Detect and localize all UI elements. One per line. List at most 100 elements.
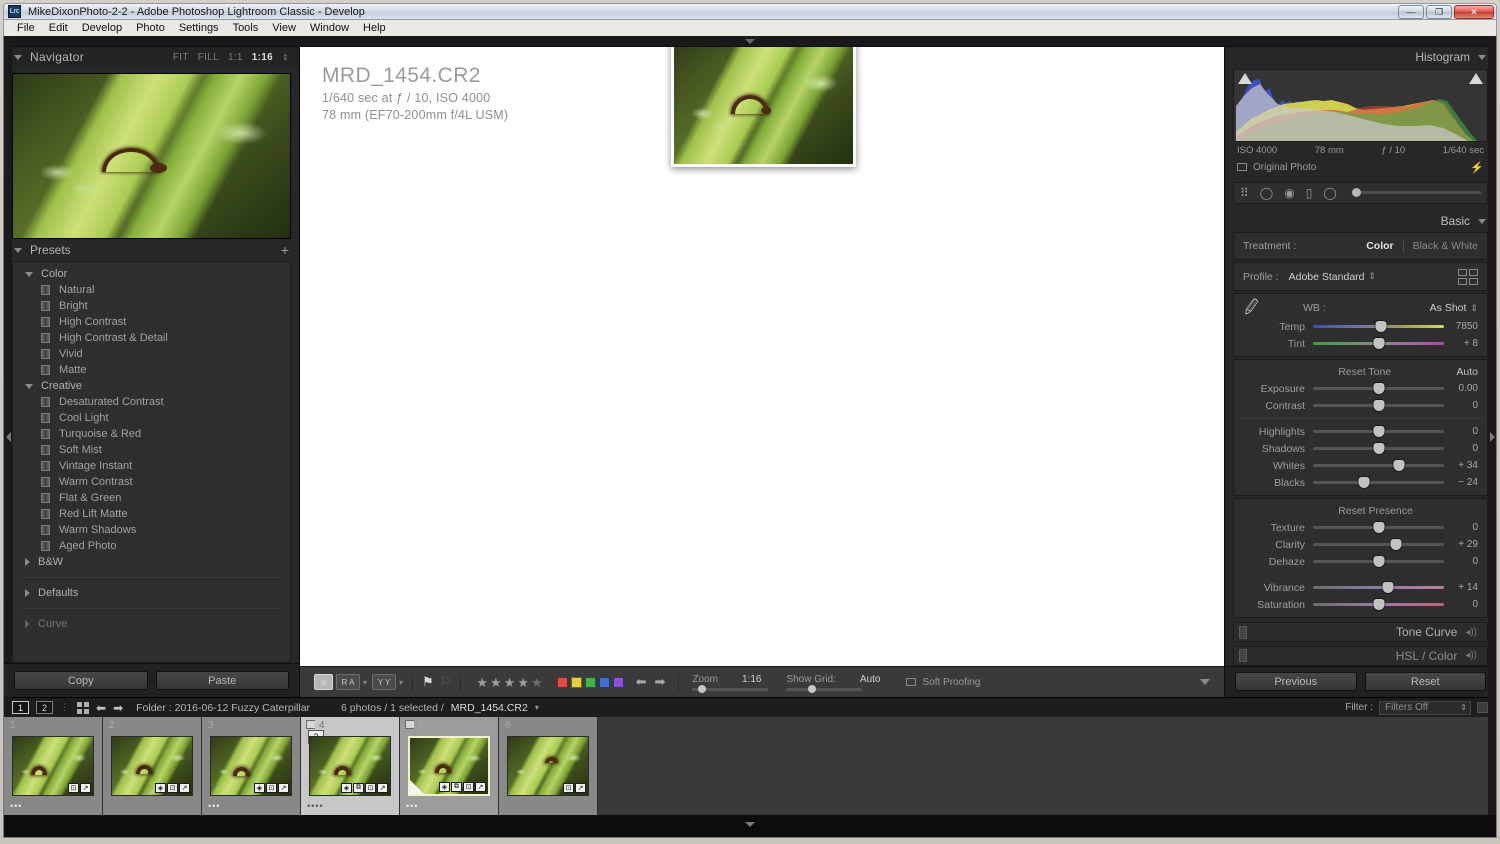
navigator-header[interactable]: Navigator FIT FILL 1:1 1:16 ⇕ bbox=[4, 47, 299, 67]
slider-track[interactable] bbox=[1313, 338, 1444, 350]
loupe-canvas[interactable]: MRD_1454.CR2 1/640 sec at ƒ / 10, ISO 40… bbox=[300, 47, 1224, 666]
preset-item-aged-photo[interactable]: Aged Photo bbox=[13, 538, 290, 554]
go-forward-icon[interactable]: ➡ bbox=[113, 701, 123, 715]
preset-item-vintage-instant[interactable]: Vintage Instant bbox=[13, 458, 290, 474]
slider-track[interactable] bbox=[1313, 582, 1444, 594]
star-5[interactable]: ★ bbox=[531, 676, 543, 689]
zoom-fill[interactable]: FILL bbox=[198, 52, 219, 63]
slider-track[interactable] bbox=[1313, 539, 1444, 551]
module-picker-collapsed[interactable] bbox=[4, 36, 1496, 47]
close-button[interactable]: ✕ bbox=[1454, 5, 1494, 19]
panel-switch-icon[interactable] bbox=[1239, 649, 1247, 663]
preset-item-matte[interactable]: Matte bbox=[13, 362, 290, 378]
flag-pick-icon[interactable]: ⚑ bbox=[422, 674, 434, 690]
copy-button[interactable]: Copy bbox=[14, 671, 148, 690]
preset-item-warm-contrast[interactable]: Warm Contrast bbox=[13, 474, 290, 490]
preset-item-warm-shadows[interactable]: Warm Shadows bbox=[13, 522, 290, 538]
triangle-down-icon[interactable] bbox=[14, 247, 22, 253]
previous-photo-icon[interactable]: ⬅ bbox=[636, 674, 647, 690]
filter-dropdown[interactable]: Filters Off ⇕ bbox=[1379, 700, 1471, 715]
chevron-down-icon[interactable] bbox=[745, 822, 755, 827]
develop-badge-icon[interactable]: ↗ bbox=[80, 783, 91, 793]
filmstrip-item-1[interactable]: 1 ⊡ ↗ ••• bbox=[4, 717, 103, 815]
rating-stars[interactable]: ★ ★ ★ ★ ★ bbox=[476, 676, 542, 689]
paste-button[interactable]: Paste bbox=[155, 671, 289, 690]
star-3[interactable]: ★ bbox=[504, 676, 516, 689]
chevron-down-icon[interactable]: ▾ bbox=[399, 678, 403, 687]
crop-badge-icon[interactable]: ⊡ bbox=[68, 783, 79, 793]
panel-toggle-icon[interactable]: ◂)) bbox=[1465, 627, 1477, 638]
slider-value[interactable]: 0 bbox=[1444, 443, 1478, 454]
filmstrip-item-6[interactable]: 6 ⊡ ↗ bbox=[499, 717, 598, 815]
panel-toggle-icon[interactable]: ◂)) bbox=[1465, 650, 1477, 661]
treatment-bw-option[interactable]: Black & White bbox=[1413, 240, 1478, 252]
selected-filename[interactable]: MRD_1454.CR2 bbox=[451, 702, 528, 714]
slider-track[interactable] bbox=[1313, 460, 1444, 472]
keyword-badge-icon[interactable]: ◈ bbox=[439, 782, 450, 792]
menu-help[interactable]: Help bbox=[356, 22, 393, 34]
preset-group-bw[interactable]: B&W bbox=[13, 554, 290, 570]
stack-badge-icon[interactable]: ⧉ bbox=[451, 782, 462, 792]
slider-value[interactable]: + 29 bbox=[1444, 539, 1478, 550]
zoom-control[interactable]: Zoom 1:16 bbox=[692, 674, 769, 693]
brush-size-thumb[interactable] bbox=[1351, 187, 1361, 197]
zoom-slider[interactable] bbox=[692, 684, 769, 693]
reset-presence-button[interactable]: Reset Presence bbox=[1273, 505, 1478, 517]
folder-label[interactable]: Folder : 2016-06-12 Fuzzy Caterpillar bbox=[136, 702, 310, 714]
preset-item-vivid[interactable]: Vivid bbox=[13, 346, 290, 362]
graduated-filter-icon[interactable]: ▯ bbox=[1306, 186, 1313, 200]
wb-value[interactable]: As Shot bbox=[1430, 302, 1467, 314]
crop-badge-icon[interactable]: ⊡ bbox=[563, 783, 574, 793]
zoom-current[interactable]: 1:16 bbox=[252, 52, 273, 63]
flag-reject-icon[interactable]: ⚐ bbox=[440, 674, 452, 690]
next-photo-icon[interactable]: ➡ bbox=[655, 674, 666, 690]
menu-edit[interactable]: Edit bbox=[42, 22, 75, 34]
preset-group-defaults[interactable]: Defaults bbox=[13, 585, 290, 601]
menu-view[interactable]: View bbox=[265, 22, 303, 34]
stepper-icon[interactable]: ⇕ bbox=[1460, 703, 1467, 712]
slider-track[interactable] bbox=[1313, 522, 1444, 534]
loupe-view-icon[interactable]: ▣ bbox=[314, 674, 333, 690]
add-preset-icon[interactable]: + bbox=[281, 243, 289, 257]
preset-item-soft-mist[interactable]: Soft Mist bbox=[13, 442, 290, 458]
previous-button[interactable]: Previous bbox=[1235, 672, 1357, 692]
slider-value[interactable]: 0 bbox=[1444, 522, 1478, 533]
slider-value[interactable]: 0 bbox=[1444, 426, 1478, 437]
keyword-badge-icon[interactable]: ◈ bbox=[155, 783, 166, 793]
reset-button[interactable]: Reset bbox=[1364, 672, 1486, 692]
spot-removal-icon[interactable]: ◯ bbox=[1260, 186, 1273, 200]
filmstrip-item-4[interactable]: 4 2 ◈ ⧉ ⊡ ↗ •••• bbox=[301, 717, 400, 815]
crop-badge-icon[interactable]: ⊡ bbox=[463, 782, 474, 792]
brush-size-slider[interactable] bbox=[1351, 187, 1481, 197]
crop-badge-icon[interactable]: ⊡ bbox=[266, 783, 277, 793]
filmstrip-item-5[interactable]: 5 ◈ ⧉ ⊡ ↗ ••• bbox=[400, 717, 499, 815]
panel-switch-icon[interactable] bbox=[1239, 625, 1247, 639]
menu-settings[interactable]: Settings bbox=[172, 22, 226, 34]
develop-badge-icon[interactable]: ↗ bbox=[377, 783, 388, 793]
basic-panel-header[interactable]: Basic bbox=[1225, 212, 1496, 230]
menu-photo[interactable]: Photo bbox=[129, 22, 172, 34]
presets-header[interactable]: Presets + bbox=[4, 239, 299, 261]
slider-track[interactable] bbox=[1313, 426, 1444, 438]
star-4[interactable]: ★ bbox=[517, 676, 529, 689]
slider-value[interactable]: + 34 bbox=[1444, 460, 1478, 471]
slider-track[interactable] bbox=[1313, 477, 1444, 489]
slider-track[interactable] bbox=[1313, 599, 1444, 611]
screen-two-button[interactable]: 2 bbox=[36, 701, 53, 714]
radial-filter-icon[interactable]: ◯ bbox=[1323, 186, 1336, 200]
star-2[interactable]: ★ bbox=[490, 676, 502, 689]
crop-overlay-icon[interactable]: ⠿ bbox=[1240, 186, 1249, 200]
preset-item-turquoise-red[interactable]: Turquoise & Red bbox=[13, 426, 290, 442]
shadow-clipping-icon[interactable] bbox=[1238, 73, 1252, 85]
star-1[interactable]: ★ bbox=[476, 676, 488, 689]
slider-value[interactable]: + 8 bbox=[1444, 338, 1478, 349]
flag-icon[interactable] bbox=[405, 720, 414, 729]
navigator-preview[interactable] bbox=[12, 73, 291, 239]
profile-value[interactable]: Adobe Standard bbox=[1289, 271, 1365, 283]
filmstrip-item-3[interactable]: 3 ◈ ⊡ ↗ ••• bbox=[202, 717, 301, 815]
tone-curve-panel-header[interactable]: Tone Curve ◂)) bbox=[1233, 622, 1488, 642]
slider-track[interactable] bbox=[1313, 321, 1444, 333]
color-label-red[interactable] bbox=[556, 676, 568, 688]
slider-value[interactable]: 0.00 bbox=[1444, 383, 1478, 394]
profile-browser-icon[interactable] bbox=[1458, 268, 1478, 285]
